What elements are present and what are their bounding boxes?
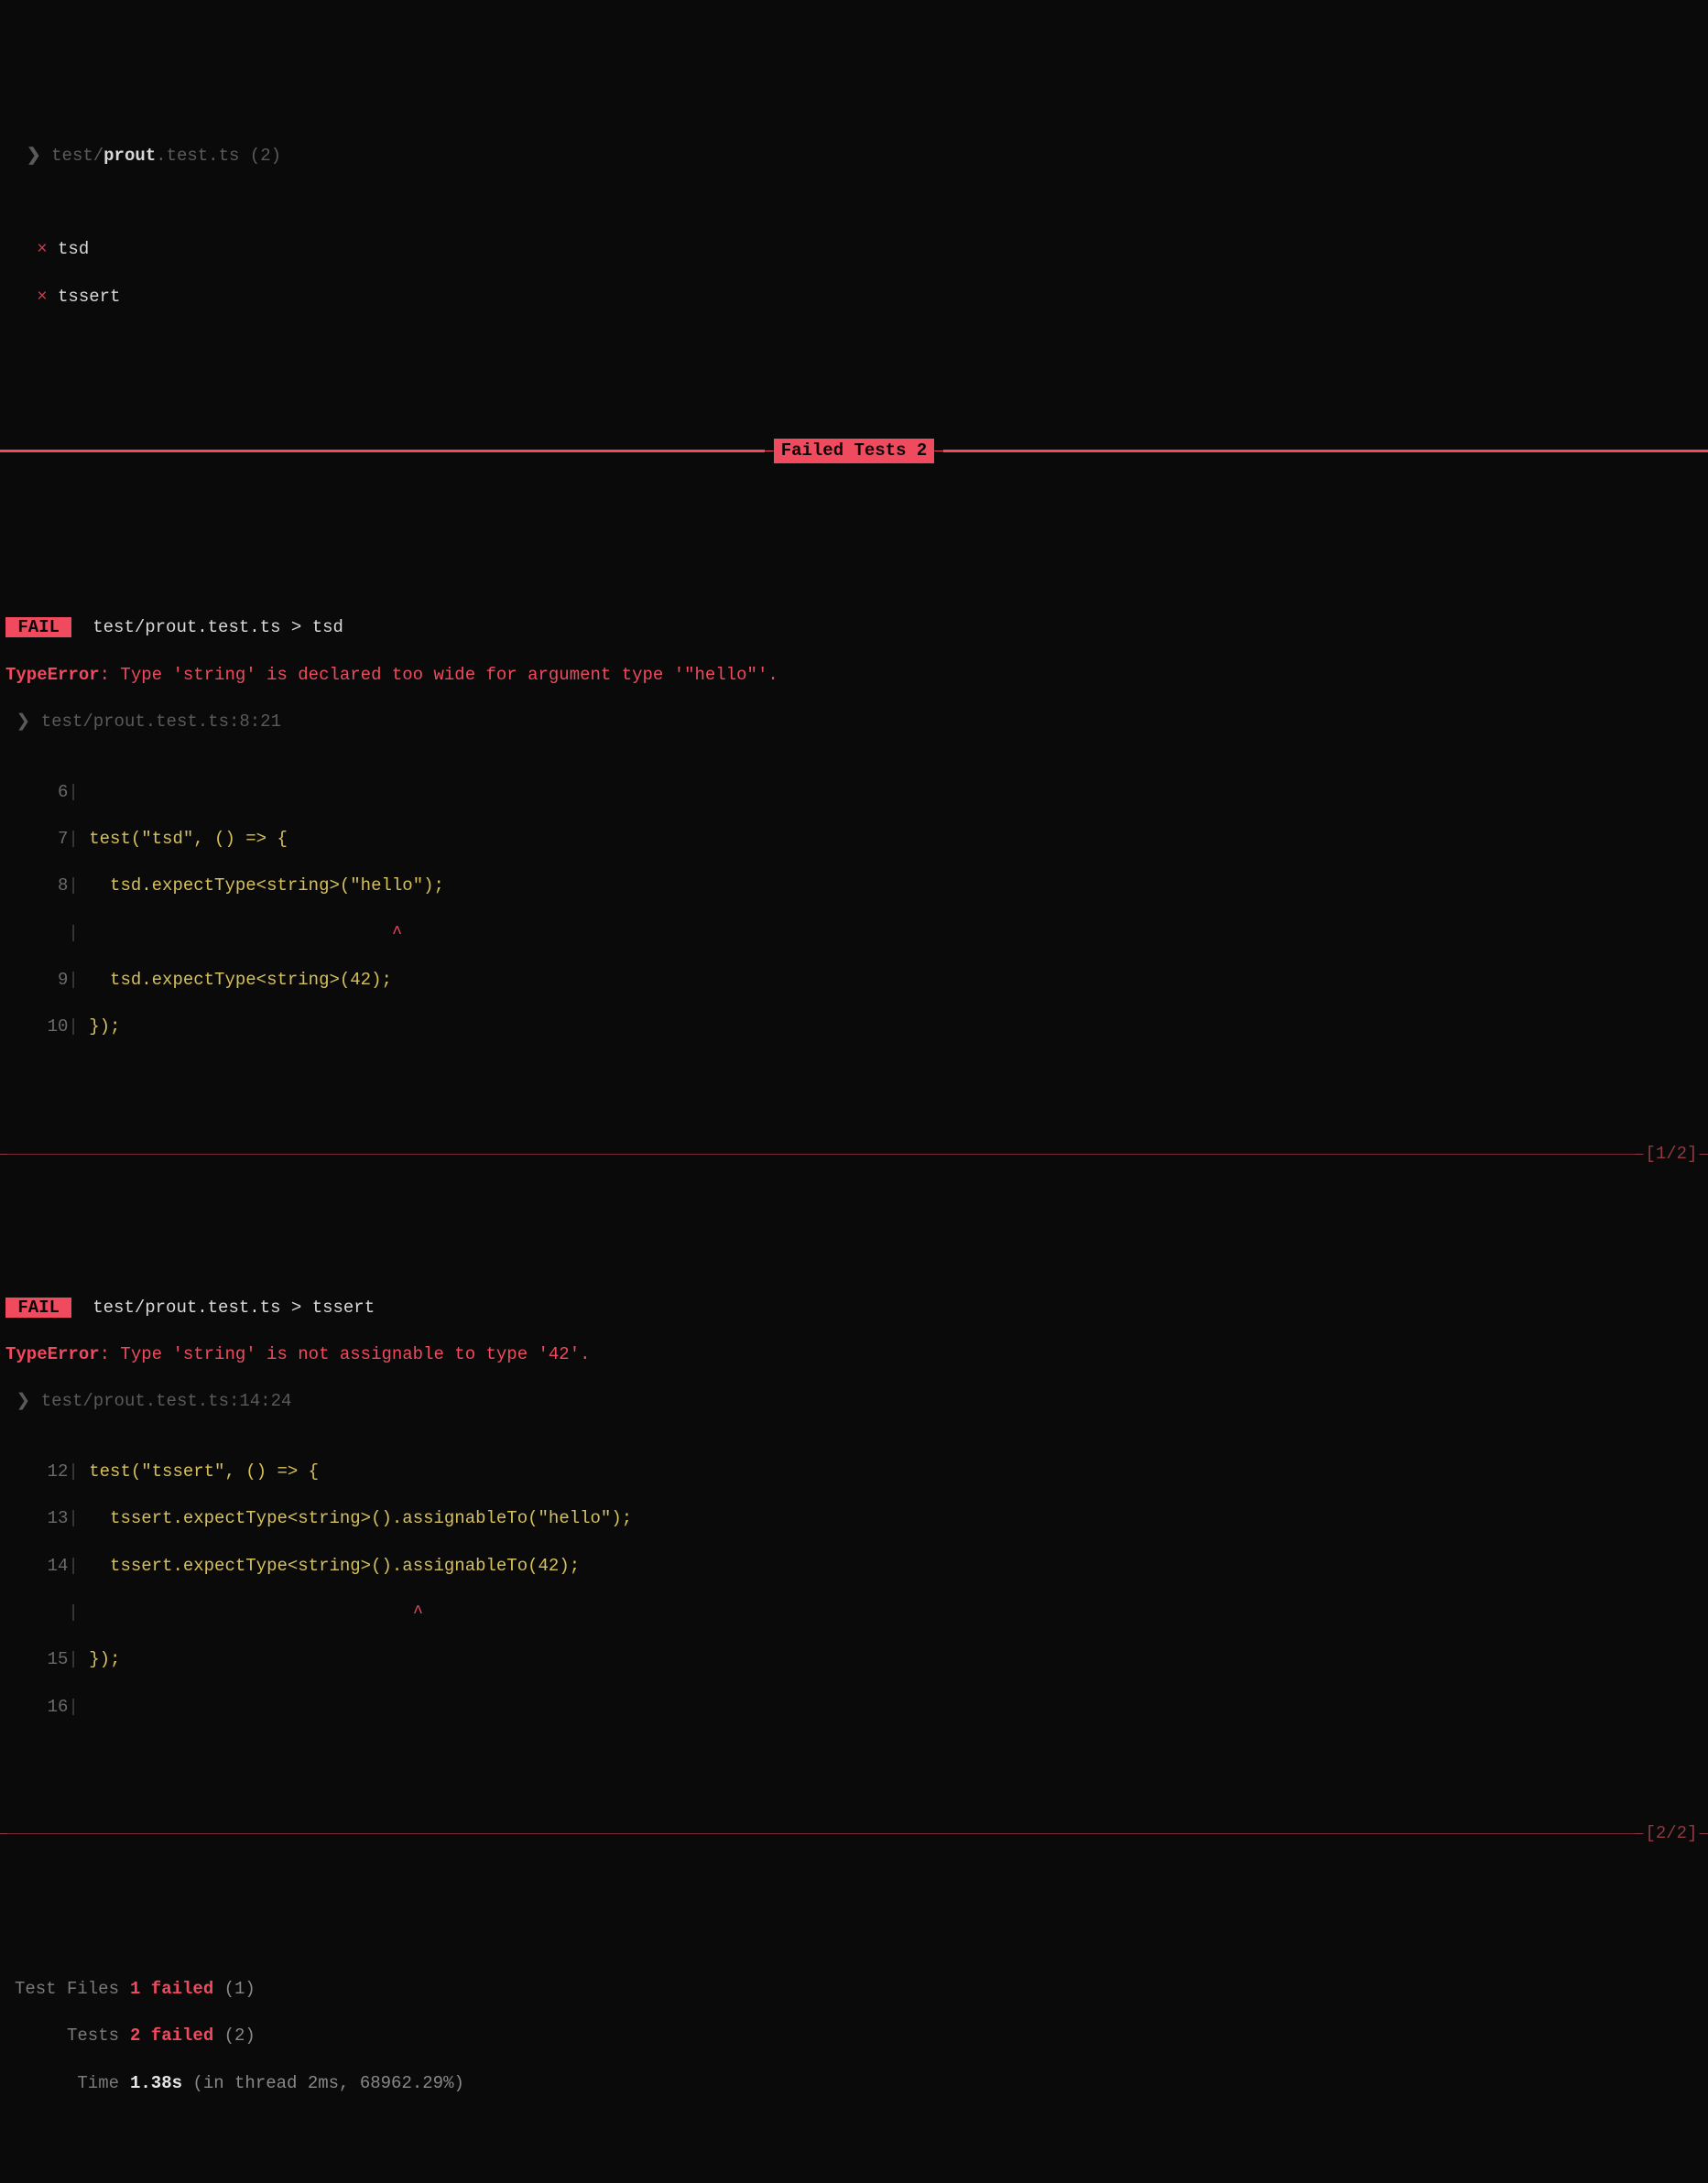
failure-block: FAIL test/prout.test.ts > tsd TypeError:… <box>0 593 1708 1063</box>
summary-time-extra: (in thread 2ms, 68962.29%) <box>192 2073 463 2093</box>
failed-tests-banner: ⎯ Failed Tests 2 ⎯ <box>0 440 1708 463</box>
code-text: test("tssert", () => { <box>89 1461 319 1482</box>
failure-divider: ⎯⎯[1/2]⎯ <box>0 1142 1708 1166</box>
code-text: tsd.expectType<string>(42); <box>89 970 392 990</box>
divider-line <box>9 1154 1635 1155</box>
summary-row: Test Files 1 failed (1) <box>0 1978 1708 2002</box>
failed-test-item: × tsd <box>0 238 1708 262</box>
line-number: 13 <box>48 1508 69 1528</box>
path-name: prout <box>103 146 156 166</box>
fail-test-name: tsd <box>312 617 343 637</box>
line-number: 6 <box>48 782 69 802</box>
banner-label: Failed Tests 2 <box>774 439 935 464</box>
summary-label: Time <box>0 2072 119 2096</box>
error-message: : Type 'string' is declared too wide for… <box>100 665 778 685</box>
code-line: 16| <box>0 1696 1708 1720</box>
summary-label: Test Files <box>0 1978 119 2002</box>
x-icon: × <box>37 239 47 259</box>
failure-divider: ⎯⎯[2/2]⎯ <box>0 1822 1708 1846</box>
line-number: 14 <box>48 1556 69 1576</box>
caret-line: | ^ <box>0 922 1708 946</box>
fail-test-name: tssert <box>312 1298 375 1318</box>
location-line: ❯ test/prout.test.ts:14:24 <box>0 1390 1708 1414</box>
error-location: test/prout.test.ts:8:21 <box>41 711 281 732</box>
summary-count: (2) <box>224 2026 256 2046</box>
summary-block: Test Files 1 failed (1) Tests 2 failed (… <box>0 1954 1708 2118</box>
failed-test-item: × tssert <box>0 286 1708 310</box>
code-line: 15| }); <box>0 1648 1708 1672</box>
summary-time: 1.38s <box>130 2073 182 2093</box>
fail-header: FAIL test/prout.test.ts > tsd <box>0 616 1708 640</box>
summary-fail: 1 failed <box>130 1979 213 1999</box>
fail-badge: FAIL <box>5 617 71 637</box>
caret-line: | ^ <box>0 1602 1708 1625</box>
code-line: 8| tsd.expectType<string>("hello"); <box>0 874 1708 898</box>
summary-count: (1) <box>224 1979 256 1999</box>
code-text: tssert.expectType<string>().assignableTo… <box>89 1508 632 1528</box>
line-number: 8 <box>48 875 69 896</box>
error-line: TypeError: Type 'string' is declared too… <box>0 664 1708 688</box>
code-line: 9| tsd.expectType<string>(42); <box>0 969 1708 993</box>
code-text: tssert.expectType<string>().assignableTo… <box>89 1556 580 1576</box>
fail-path: test/prout.test.ts <box>92 617 280 637</box>
code-line: 14| tssert.expectType<string>().assignab… <box>0 1555 1708 1579</box>
error-message: : Type 'string' is not assignable to typ… <box>100 1344 591 1364</box>
code-text: tsd.expectType<string>("hello"); <box>89 875 444 896</box>
divider-line <box>943 450 1708 452</box>
summary-label: Tests <box>0 2025 119 2048</box>
code-line: 6| <box>0 781 1708 805</box>
test-name: tssert <box>58 287 120 307</box>
code-text: }); <box>89 1649 120 1669</box>
line-number: 12 <box>48 1461 69 1482</box>
caret-icon: ^ <box>392 923 402 943</box>
failure-counter: [1/2] <box>1643 1143 1699 1167</box>
fail-header: FAIL test/prout.test.ts > tssert <box>0 1297 1708 1320</box>
line-number: 10 <box>48 1016 69 1037</box>
summary-row: Tests 2 failed (2) <box>0 2025 1708 2048</box>
line-number: 15 <box>48 1649 69 1669</box>
error-line: TypeError: Type 'string' is not assignab… <box>0 1343 1708 1367</box>
chevron-icon: ❯ <box>16 1391 30 1411</box>
code-line: 7| test("tsd", () => { <box>0 828 1708 852</box>
chevron-icon: ❯ <box>16 711 30 732</box>
separator: > <box>291 617 301 637</box>
code-text: test("tsd", () => { <box>89 829 288 849</box>
summary-fail: 2 failed <box>130 2026 213 2046</box>
code-line: 10| }); <box>0 1015 1708 1039</box>
location-line: ❯ test/prout.test.ts:8:21 <box>0 711 1708 734</box>
fail-path: test/prout.test.ts <box>92 1298 280 1318</box>
line-number: 9 <box>48 970 69 990</box>
divider-line <box>0 450 765 452</box>
line-number <box>48 923 69 943</box>
fail-badge: FAIL <box>5 1298 71 1318</box>
error-location: test/prout.test.ts:14:24 <box>41 1391 292 1411</box>
error-type: TypeError <box>5 1344 100 1364</box>
code-line: 12| test("tssert", () => { <box>0 1461 1708 1484</box>
path-prefix: test/ <box>51 146 103 166</box>
x-icon: × <box>37 287 47 307</box>
path-suffix: .test.ts <box>156 146 239 166</box>
chevron-icon: ❯ <box>27 146 41 166</box>
line-number: 7 <box>48 829 69 849</box>
failure-block: FAIL test/prout.test.ts > tssert TypeErr… <box>0 1273 1708 1743</box>
code-line: 13| tssert.expectType<string>().assignab… <box>0 1507 1708 1531</box>
test-name: tsd <box>58 239 89 259</box>
line-number <box>48 1602 69 1623</box>
caret-icon: ^ <box>413 1602 423 1623</box>
code-text: }); <box>89 1016 120 1037</box>
summary-row: Time 1.38s (in thread 2ms, 68962.29%) <box>0 2072 1708 2096</box>
error-type: TypeError <box>5 665 100 685</box>
divider-line <box>9 1833 1635 1834</box>
line-number: 16 <box>48 1697 69 1717</box>
failure-counter: [2/2] <box>1643 1822 1699 1846</box>
file-header: ❯ test/prout.test.ts (2) <box>0 121 1708 168</box>
separator: > <box>291 1298 301 1318</box>
test-count: (2) <box>250 146 281 166</box>
